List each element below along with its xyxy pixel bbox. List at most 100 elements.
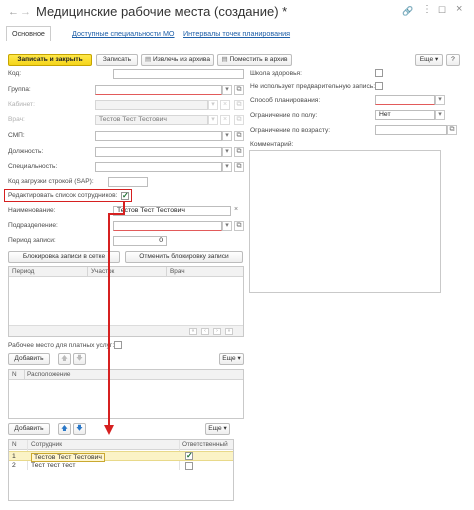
unblock-record-button[interactable]: Отменить блокировку записи <box>125 251 243 263</box>
row-n: 1 <box>12 453 16 460</box>
position-label: Должность: <box>8 148 44 155</box>
group-dropdown-icon[interactable]: ▾ <box>222 85 232 95</box>
col-period: Период <box>12 268 35 275</box>
age-field[interactable] <box>375 125 447 135</box>
age-label: Ограничение по возрасту: <box>250 127 331 134</box>
move-down-button[interactable]: 🡇 <box>73 353 86 365</box>
grid2-more-button[interactable]: Еще ▾ <box>219 353 244 365</box>
menu-dots-icon[interactable]: ⋮ <box>422 4 432 15</box>
group-field[interactable] <box>95 85 222 95</box>
table-row[interactable]: 2 Тест тест тест <box>9 461 233 471</box>
col-n: N <box>12 371 17 378</box>
no-prelim-label: Не использует предварительную запись: <box>250 83 376 90</box>
gender-field[interactable]: Нет <box>375 110 435 120</box>
scroll-down-icon[interactable]: › <box>213 328 221 335</box>
comment-textarea[interactable] <box>249 150 441 293</box>
doctor-open-icon[interactable]: ⧉ <box>234 115 244 125</box>
responsible-checkbox[interactable]: ✓ <box>185 452 193 460</box>
red-arrow <box>104 202 125 435</box>
sap-label: Код загрузки строкой (SAP): <box>8 178 94 185</box>
up-arrow-icon: 🡅 <box>61 355 68 362</box>
scroll-up-icon[interactable]: ‹ <box>201 328 209 335</box>
add-location-button[interactable]: Добавить <box>8 353 50 365</box>
more-button[interactable]: Еще ▾ <box>415 54 443 66</box>
add-employee-button[interactable]: Добавить <box>8 423 50 435</box>
row-n: 2 <box>12 462 16 469</box>
paid-label: Рабочее место для платных услуг: <box>8 342 115 349</box>
specialty-dropdown-icon[interactable]: ▾ <box>222 162 232 172</box>
tab-main-label: Основное <box>12 29 45 38</box>
specialty-open-icon[interactable]: ⧉ <box>234 162 244 172</box>
employee-down-button[interactable]: 🡇 <box>73 423 86 435</box>
maximize-icon[interactable]: ☐ <box>438 5 446 16</box>
tab-bar: Основное Доступные специальности МО Инте… <box>0 26 474 41</box>
name-clear-icon[interactable]: × <box>231 206 241 216</box>
down-arrow-icon: 🡇 <box>76 355 83 362</box>
scroll-last-icon[interactable]: » <box>225 328 233 335</box>
cabinet-clear-icon[interactable]: × <box>220 100 230 110</box>
move-up-button[interactable]: 🡅 <box>58 353 71 365</box>
forward-arrow-icon[interactable]: → <box>20 6 31 18</box>
col-location: Расположение <box>27 371 71 378</box>
grid3-more-button[interactable]: Еще ▾ <box>205 423 230 435</box>
smp-dropdown-icon[interactable]: ▾ <box>222 131 232 141</box>
scroll-first-icon[interactable]: « <box>189 328 197 335</box>
group-open-icon[interactable]: ⧉ <box>234 85 244 95</box>
period-label: Период записи: <box>8 237 56 244</box>
row-employee: Тест тест тест <box>31 462 76 469</box>
table-row[interactable]: 1 Тестов Тест Тестович ✓ <box>9 451 233 462</box>
doctor-label: Врач: <box>8 116 25 123</box>
code-label: Код: <box>8 70 22 77</box>
tab-main[interactable]: Основное <box>6 26 51 41</box>
employee-up-arrow-icon: 🡅 <box>61 425 68 432</box>
more-label: Еще <box>419 56 434 63</box>
smp-open-icon[interactable]: ⧉ <box>234 131 244 141</box>
close-icon[interactable]: × <box>456 3 462 15</box>
col-doctor: Врач <box>170 268 185 275</box>
link-icon[interactable]: 🔗 <box>402 6 413 17</box>
responsible-checkbox[interactable] <box>185 462 193 470</box>
plan-method-dropdown-icon[interactable]: ▾ <box>435 95 445 105</box>
doctor-field[interactable]: Тестов Тест Тестович <box>95 115 208 125</box>
tab-specialties[interactable]: Доступные специальности МО <box>72 29 175 38</box>
put-archive-label: Поместить в архив <box>229 56 288 63</box>
plan-method-field[interactable] <box>375 95 435 105</box>
employee-up-button[interactable]: 🡅 <box>58 423 71 435</box>
window-title-bar: ← → Медицинские рабочие места (создание)… <box>0 0 474 24</box>
put-archive-button[interactable]: ▤ Поместить в архив <box>217 54 292 66</box>
employee-down-arrow-icon: 🡇 <box>76 425 83 432</box>
cabinet-dropdown-icon[interactable]: ▾ <box>208 100 218 110</box>
back-arrow-icon[interactable]: ← <box>8 6 19 18</box>
code-field[interactable] <box>113 69 244 79</box>
page-title: Медицинские рабочие места (создание) * <box>36 4 288 19</box>
archive-put-icon: ▤ <box>221 56 228 63</box>
archive-extract-icon: ▤ <box>144 56 152 63</box>
division-dropdown-icon[interactable]: ▾ <box>222 221 232 231</box>
position-dropdown-icon[interactable]: ▾ <box>222 147 232 157</box>
name-field[interactable]: Тестов Тест Тестович <box>113 206 231 216</box>
doctor-clear-icon[interactable]: × <box>220 115 230 125</box>
help-button[interactable]: ? <box>446 54 460 66</box>
col-employee-n: N <box>12 441 17 448</box>
position-open-icon[interactable]: ⧉ <box>234 147 244 157</box>
school-label: Школа здоровья: <box>250 70 302 77</box>
group-label: Группа: <box>8 86 31 93</box>
tab-intervals[interactable]: Интервалы точек планирования <box>183 29 290 38</box>
age-open-icon[interactable]: ⧉ <box>447 125 457 135</box>
edit-list-label: Редактировать список сотрудников: <box>8 192 118 199</box>
specialty-field[interactable] <box>95 162 222 172</box>
smp-field[interactable] <box>95 131 222 141</box>
cabinet-field[interactable] <box>95 100 208 110</box>
save-button[interactable]: Записать <box>96 54 138 66</box>
division-open-icon[interactable]: ⧉ <box>234 221 244 231</box>
school-checkbox[interactable] <box>375 69 383 77</box>
sap-field[interactable] <box>108 177 148 187</box>
extract-archive-button[interactable]: ▤ Извлечь из архива <box>141 54 214 66</box>
position-field[interactable] <box>95 147 222 157</box>
employees-table: N Сотрудник Ответственный 1 Тестов Тест … <box>8 439 234 501</box>
gender-dropdown-icon[interactable]: ▾ <box>435 110 445 120</box>
save-and-close-button[interactable]: Записать и закрыть <box>8 54 92 66</box>
cabinet-open-icon[interactable]: ⧉ <box>234 100 244 110</box>
doctor-dropdown-icon[interactable]: ▾ <box>208 115 218 125</box>
no-prelim-checkbox[interactable] <box>375 82 383 90</box>
